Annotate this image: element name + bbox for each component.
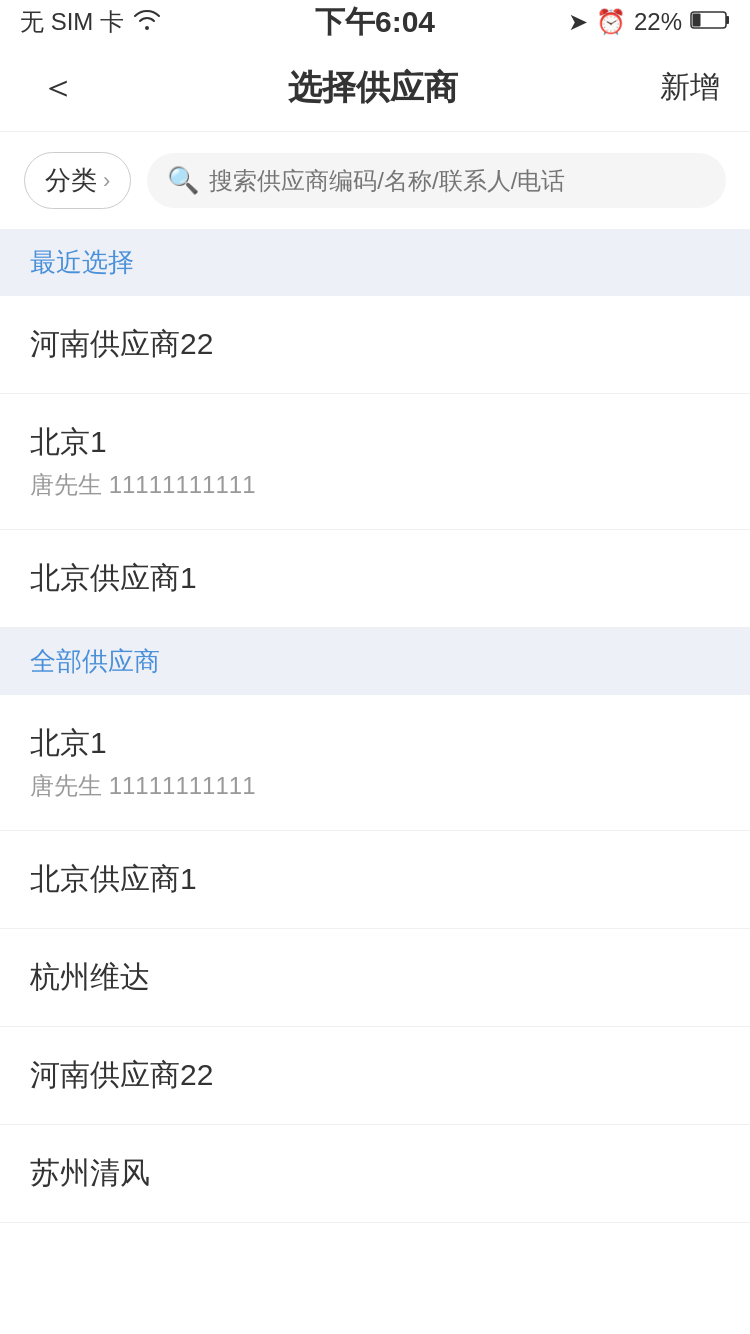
location-icon: ➤ bbox=[568, 8, 588, 36]
list-item[interactable]: 北京1 唐先生 11111111111 bbox=[0, 394, 750, 530]
list-item[interactable]: 苏州清风 bbox=[0, 1125, 750, 1223]
list-item[interactable]: 北京1 唐先生 11111111111 bbox=[0, 695, 750, 831]
list-item[interactable]: 河南供应商22 bbox=[0, 296, 750, 394]
search-icon: 🔍 bbox=[167, 165, 199, 196]
search-input[interactable] bbox=[209, 167, 706, 195]
list-item[interactable]: 河南供应商22 bbox=[0, 1027, 750, 1125]
alarm-icon: ⏰ bbox=[596, 8, 626, 36]
item-name: 杭州维达 bbox=[30, 957, 720, 998]
status-right: ➤ ⏰ 22% bbox=[568, 8, 730, 36]
item-sub: 唐先生 11111111111 bbox=[30, 770, 720, 802]
item-name: 苏州清风 bbox=[30, 1153, 720, 1194]
svg-rect-2 bbox=[693, 14, 701, 27]
all-section-header: 全部供应商 bbox=[0, 628, 750, 695]
item-name: 河南供应商22 bbox=[30, 1055, 720, 1096]
recent-section-header: 最近选择 bbox=[0, 229, 750, 296]
page-title: 选择供应商 bbox=[288, 65, 458, 111]
item-sub: 唐先生 11111111111 bbox=[30, 469, 720, 501]
filter-bar: 分类 › 🔍 bbox=[0, 132, 750, 229]
item-name: 北京1 bbox=[30, 422, 720, 463]
category-label: 分类 bbox=[45, 163, 97, 198]
search-box[interactable]: 🔍 bbox=[147, 153, 726, 208]
category-button[interactable]: 分类 › bbox=[24, 152, 131, 209]
list-item[interactable]: 杭州维达 bbox=[0, 929, 750, 1027]
list-item[interactable]: 北京供应商1 bbox=[0, 530, 750, 628]
status-time: 下午6:04 bbox=[315, 2, 435, 43]
all-list: 北京1 唐先生 11111111111 北京供应商1 杭州维达河南供应商22 苏州清风 bbox=[0, 695, 750, 1223]
svg-rect-1 bbox=[726, 16, 729, 24]
item-name: 北京1 bbox=[30, 723, 720, 764]
battery-icon bbox=[690, 8, 730, 36]
list-item[interactable]: 北京供应商1 bbox=[0, 831, 750, 929]
nav-bar: ＜ 选择供应商 新增 bbox=[0, 44, 750, 132]
back-button[interactable]: ＜ bbox=[30, 53, 86, 122]
carrier-label: 无 SIM 卡 bbox=[20, 6, 124, 38]
all-section-label: 全部供应商 bbox=[30, 646, 160, 676]
item-name: 北京供应商1 bbox=[30, 859, 720, 900]
battery-label: 22% bbox=[634, 8, 682, 36]
item-name: 河南供应商22 bbox=[30, 324, 720, 365]
add-button[interactable]: 新增 bbox=[660, 67, 720, 108]
recent-section-label: 最近选择 bbox=[30, 247, 134, 277]
item-name: 北京供应商1 bbox=[30, 558, 720, 599]
status-left: 无 SIM 卡 bbox=[20, 6, 162, 38]
chevron-right-icon: › bbox=[103, 168, 110, 194]
wifi-icon bbox=[132, 8, 162, 36]
status-bar: 无 SIM 卡 下午6:04 ➤ ⏰ 22% bbox=[0, 0, 750, 44]
recent-list: 河南供应商22 北京1 唐先生 11111111111 北京供应商1 bbox=[0, 296, 750, 628]
